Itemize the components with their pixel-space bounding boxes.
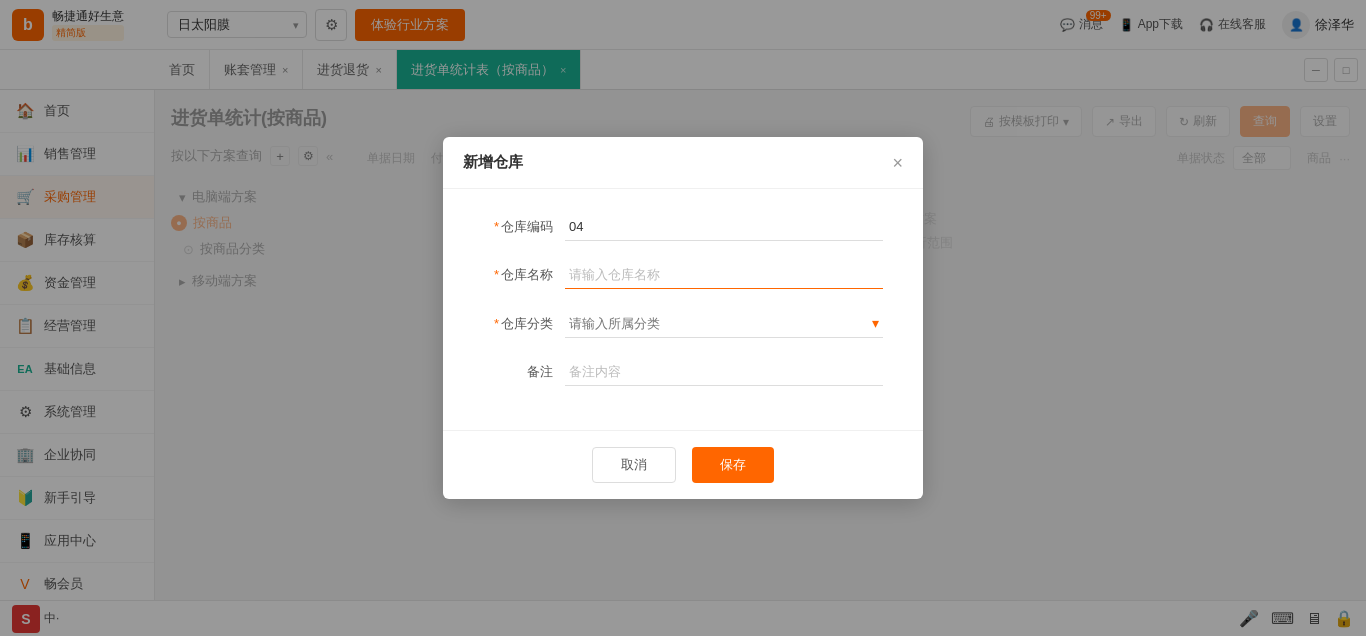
form-row-category: 仓库分类 ▾ <box>483 309 883 338</box>
warehouse-name-input[interactable] <box>565 261 883 289</box>
remark-label: 备注 <box>483 363 553 381</box>
warehouse-code-input[interactable] <box>565 213 883 241</box>
dialog-close-button[interactable]: × <box>892 154 903 172</box>
form-row-remark: 备注 <box>483 358 883 386</box>
dialog-title: 新增仓库 <box>463 153 523 172</box>
form-row-name: 仓库名称 <box>483 261 883 289</box>
form-row-code: 仓库编码 <box>483 213 883 241</box>
category-input[interactable] <box>569 316 872 331</box>
code-label: 仓库编码 <box>483 218 553 236</box>
dialog-overlay: 新增仓库 × 仓库编码 仓库名称 仓库分类 ▾ <box>0 0 1366 636</box>
cancel-button[interactable]: 取消 <box>592 447 676 483</box>
dialog-footer: 取消 保存 <box>443 430 923 499</box>
save-button[interactable]: 保存 <box>692 447 774 483</box>
category-label: 仓库分类 <box>483 315 553 333</box>
dialog-header: 新增仓库 × <box>443 137 923 189</box>
category-dropdown-icon[interactable]: ▾ <box>872 315 879 331</box>
name-label: 仓库名称 <box>483 266 553 284</box>
remark-input[interactable] <box>565 358 883 386</box>
dialog-body: 仓库编码 仓库名称 仓库分类 ▾ 备注 <box>443 189 923 430</box>
new-warehouse-dialog: 新增仓库 × 仓库编码 仓库名称 仓库分类 ▾ <box>443 137 923 499</box>
category-select-wrap: ▾ <box>565 309 883 338</box>
